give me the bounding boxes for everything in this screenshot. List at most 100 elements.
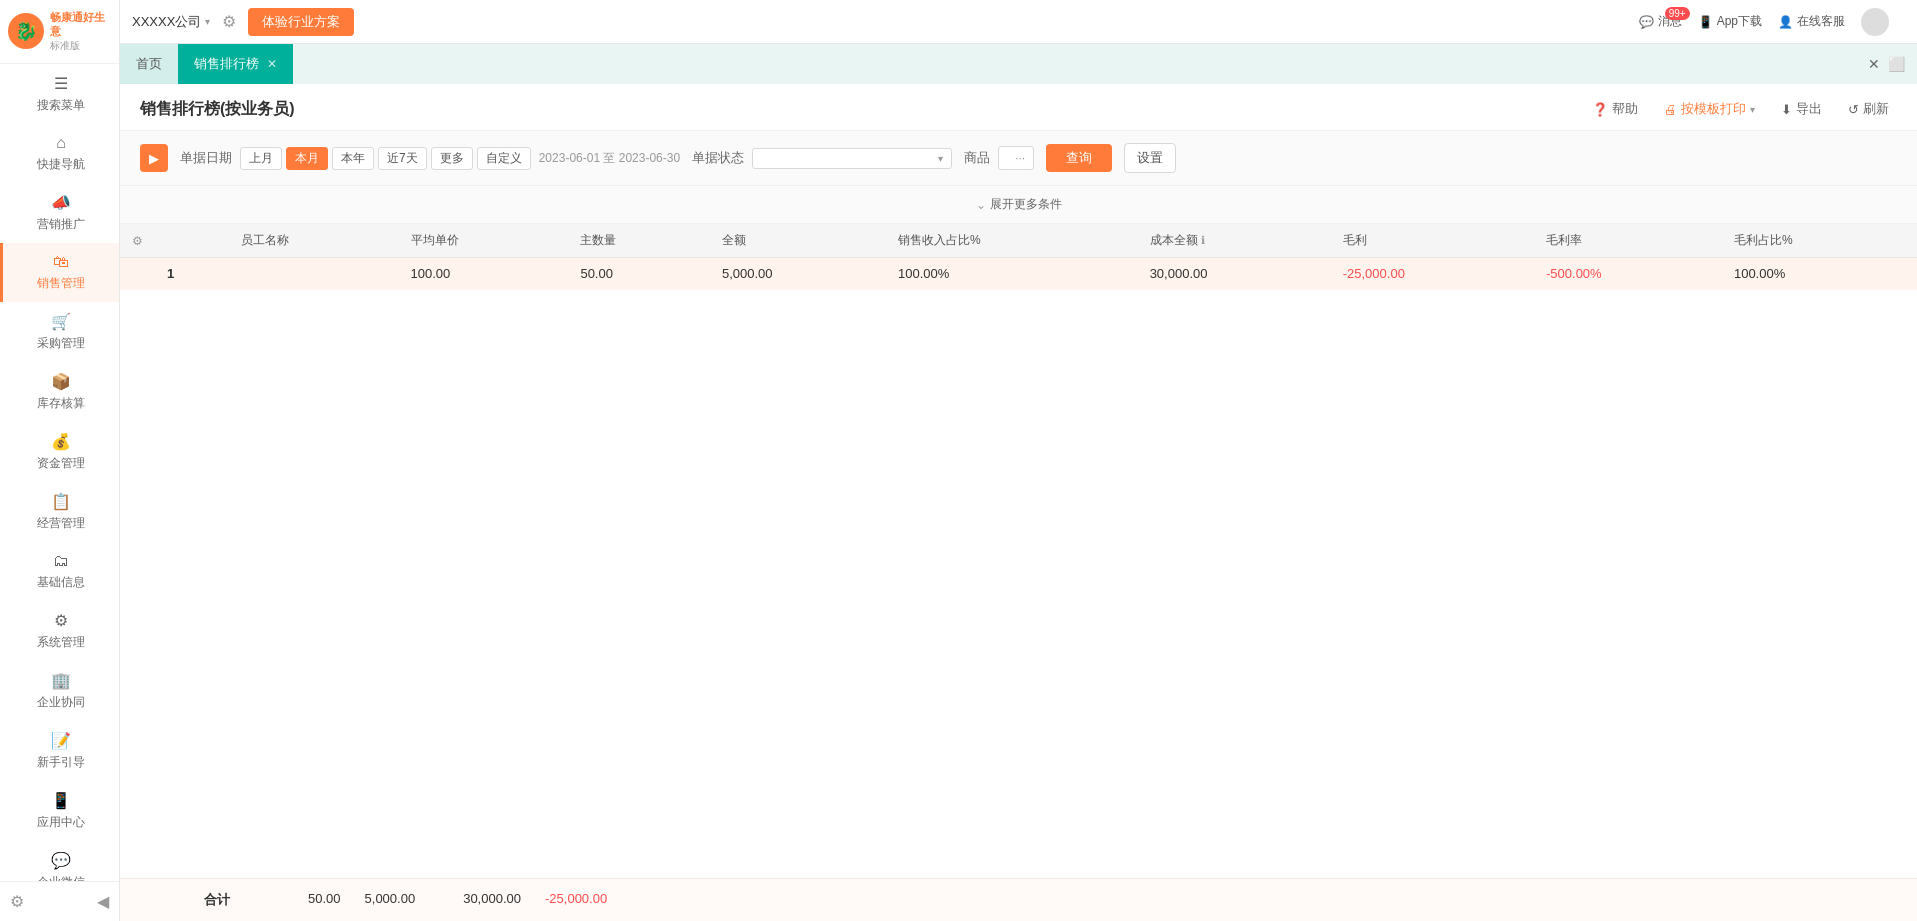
online-service-button[interactable]: 👤 在线客服: [1778, 13, 1845, 30]
message-button[interactable]: 💬 消息 99+: [1639, 13, 1682, 30]
sidebar-item-beginner-guide[interactable]: 📝 新手引导: [0, 721, 119, 781]
window-maximize-btn[interactable]: ⬜: [1888, 56, 1905, 72]
search-button[interactable]: 查询: [1046, 144, 1112, 172]
sidebar-item-finance-label: 资金管理: [37, 455, 85, 472]
sidebar-item-enterprise-collab[interactable]: 🏢 企业协同: [0, 661, 119, 721]
tab-home[interactable]: 首页: [120, 44, 178, 84]
sidebar-settings-btn[interactable]: ⚙: [10, 892, 24, 911]
row-avg-price: 100.00: [399, 258, 569, 290]
trial-button[interactable]: 体验行业方案: [248, 8, 354, 36]
finance-icon: 💰: [51, 432, 71, 451]
marketing-icon: 📣: [51, 193, 71, 212]
filter-toggle-btn[interactable]: ▶: [140, 144, 168, 172]
row-qty: 50.00: [568, 258, 710, 290]
purchase-icon: 🛒: [51, 312, 71, 331]
sidebar-item-search-label: 搜索菜单: [37, 97, 85, 114]
settings-button[interactable]: 设置: [1124, 143, 1176, 173]
sidebar-item-search[interactable]: ☰ 搜索菜单: [0, 64, 119, 124]
sidebar-item-sales[interactable]: 🛍 销售管理: [0, 243, 119, 302]
tabbar: 首页 销售排行榜 ✕ ✕ ⬜: [120, 44, 1917, 84]
sidebar-item-purchase-label: 采购管理: [37, 335, 85, 352]
table-container: ⚙ 员工名称 平均单价 主数量 全额 销售收入占比% 成本全额 ℹ 毛利 毛利率…: [120, 224, 1917, 878]
app-download-icon: 📱: [1698, 15, 1713, 29]
col-rank: [155, 224, 229, 258]
footer-gross: -25,000.00: [533, 887, 619, 913]
app-download-button[interactable]: 📱 App下载: [1698, 13, 1762, 30]
row-amount: 5,000.00: [710, 258, 886, 290]
sidebar-item-inventory-label: 库存核算: [37, 395, 85, 412]
col-gross-pct: 毛利占比%: [1722, 224, 1917, 258]
sidebar-item-system[interactable]: ⚙ 系统管理: [0, 601, 119, 661]
refresh-label: 刷新: [1863, 100, 1889, 118]
filter-bar: ▶ 单据日期 上月 本月 本年 近7天 更多 自定义 2023-06-01 至 …: [120, 131, 1917, 186]
tab-close-icon[interactable]: ✕: [267, 57, 277, 71]
print-label: 按模板打印: [1681, 100, 1746, 118]
sidebar-item-enterprise-wechat[interactable]: 💬 企业微信: [0, 841, 119, 881]
footer-gross-rate: [619, 887, 643, 913]
sidebar-item-operations[interactable]: 📋 经营管理: [0, 482, 119, 542]
sidebar-item-quick-nav[interactable]: ⌂ 快捷导航: [0, 124, 119, 183]
col-settings[interactable]: ⚙: [120, 224, 155, 258]
service-icon: 👤: [1778, 15, 1793, 29]
col-qty: 主数量: [568, 224, 710, 258]
refresh-button[interactable]: ↺ 刷新: [1840, 96, 1897, 122]
search-menu-icon: ☰: [54, 74, 68, 93]
date-btn-7days[interactable]: 近7天: [378, 147, 427, 170]
date-btn-this-month[interactable]: 本月: [286, 147, 328, 170]
date-btn-last-month[interactable]: 上月: [240, 147, 282, 170]
app-edition: 标准版: [50, 39, 111, 53]
help-icon: ❓: [1592, 102, 1608, 117]
col-gross-rate: 毛利率: [1534, 224, 1722, 258]
company-name: XXXXX公司: [132, 13, 201, 31]
message-icon: 💬: [1639, 15, 1654, 29]
sidebar-item-enterprise-wechat-label: 企业微信: [37, 874, 85, 881]
tab-sales-ranking[interactable]: 销售排行榜 ✕: [178, 44, 293, 84]
date-btn-custom[interactable]: 自定义: [477, 147, 531, 170]
footer-avg-price: [272, 887, 296, 913]
sidebar-item-app-center-label: 应用中心: [37, 814, 85, 831]
topbar-settings-icon[interactable]: ⚙: [222, 12, 236, 31]
export-label: 导出: [1796, 100, 1822, 118]
company-selector[interactable]: XXXXX公司 ▾: [132, 13, 210, 31]
sidebar-item-quick-nav-label: 快捷导航: [37, 156, 85, 173]
date-btn-more[interactable]: 更多: [431, 147, 473, 170]
goods-filter: 商品 ···: [964, 146, 1034, 170]
sidebar-item-inventory[interactable]: 📦 库存核算: [0, 362, 119, 422]
export-button[interactable]: ⬇ 导出: [1773, 96, 1830, 122]
date-btn-this-year[interactable]: 本年: [332, 147, 374, 170]
sidebar-item-finance[interactable]: 💰 资金管理: [0, 422, 119, 482]
row-settings[interactable]: [120, 258, 155, 290]
sidebar-item-marketing[interactable]: 📣 营销推广: [0, 183, 119, 243]
topbar-right: 💬 消息 99+ 📱 App下载 👤 在线客服: [1639, 8, 1905, 36]
table-row: 1 100.00 50.00 5,000.00 100.00% 30,000.0…: [120, 258, 1917, 290]
print-icon: 🖨: [1664, 102, 1677, 117]
topbar: XXXXX公司 ▾ ⚙ 体验行业方案 💬 消息 99+ 📱 App下载 👤 在线…: [120, 0, 1917, 44]
window-close-btn[interactable]: ✕: [1868, 56, 1880, 72]
print-button[interactable]: 🖨 按模板打印 ▾: [1656, 96, 1763, 122]
row-gross: -25,000.00: [1331, 258, 1534, 290]
sidebar-item-app-center[interactable]: 📱 应用中心: [0, 781, 119, 841]
expand-more-button[interactable]: ⌄ 展开更多条件: [970, 190, 1068, 219]
sidebar-item-purchase[interactable]: 🛒 采购管理: [0, 302, 119, 362]
col-sales-pct: 销售收入占比%: [886, 224, 1138, 258]
help-button[interactable]: ❓ 帮助: [1584, 96, 1646, 122]
page-header: 销售排行榜(按业务员) ❓ 帮助 🖨 按模板打印 ▾ ⬇ 导出 ↺ 刷新: [120, 84, 1917, 131]
expand-more-label: 展开更多条件: [990, 196, 1062, 213]
tab-sales-ranking-label: 销售排行榜: [194, 55, 259, 73]
user-avatar[interactable]: [1861, 8, 1889, 36]
row-gross-rate: -500.00%: [1534, 258, 1722, 290]
goods-more-icon[interactable]: ···: [1015, 151, 1025, 165]
sales-table: ⚙ 员工名称 平均单价 主数量 全额 销售收入占比% 成本全额 ℹ 毛利 毛利率…: [120, 224, 1917, 290]
service-label: 在线客服: [1797, 13, 1845, 30]
footer-cost: 30,000.00: [451, 887, 533, 913]
goods-select[interactable]: ···: [998, 146, 1034, 170]
sidebar-item-sales-label: 销售管理: [37, 275, 85, 292]
footer-amount: 5,000.00: [353, 887, 428, 913]
status-select[interactable]: ▾: [752, 148, 952, 169]
system-icon: ⚙: [54, 611, 68, 630]
status-label: 单据状态: [692, 149, 744, 167]
sidebar-collapse-btn[interactable]: ◀: [97, 892, 109, 911]
filter-expand: ⌄ 展开更多条件: [120, 186, 1917, 224]
sidebar-item-basic-info[interactable]: 🗂 基础信息: [0, 542, 119, 601]
footer-gross-pct: [643, 887, 667, 913]
